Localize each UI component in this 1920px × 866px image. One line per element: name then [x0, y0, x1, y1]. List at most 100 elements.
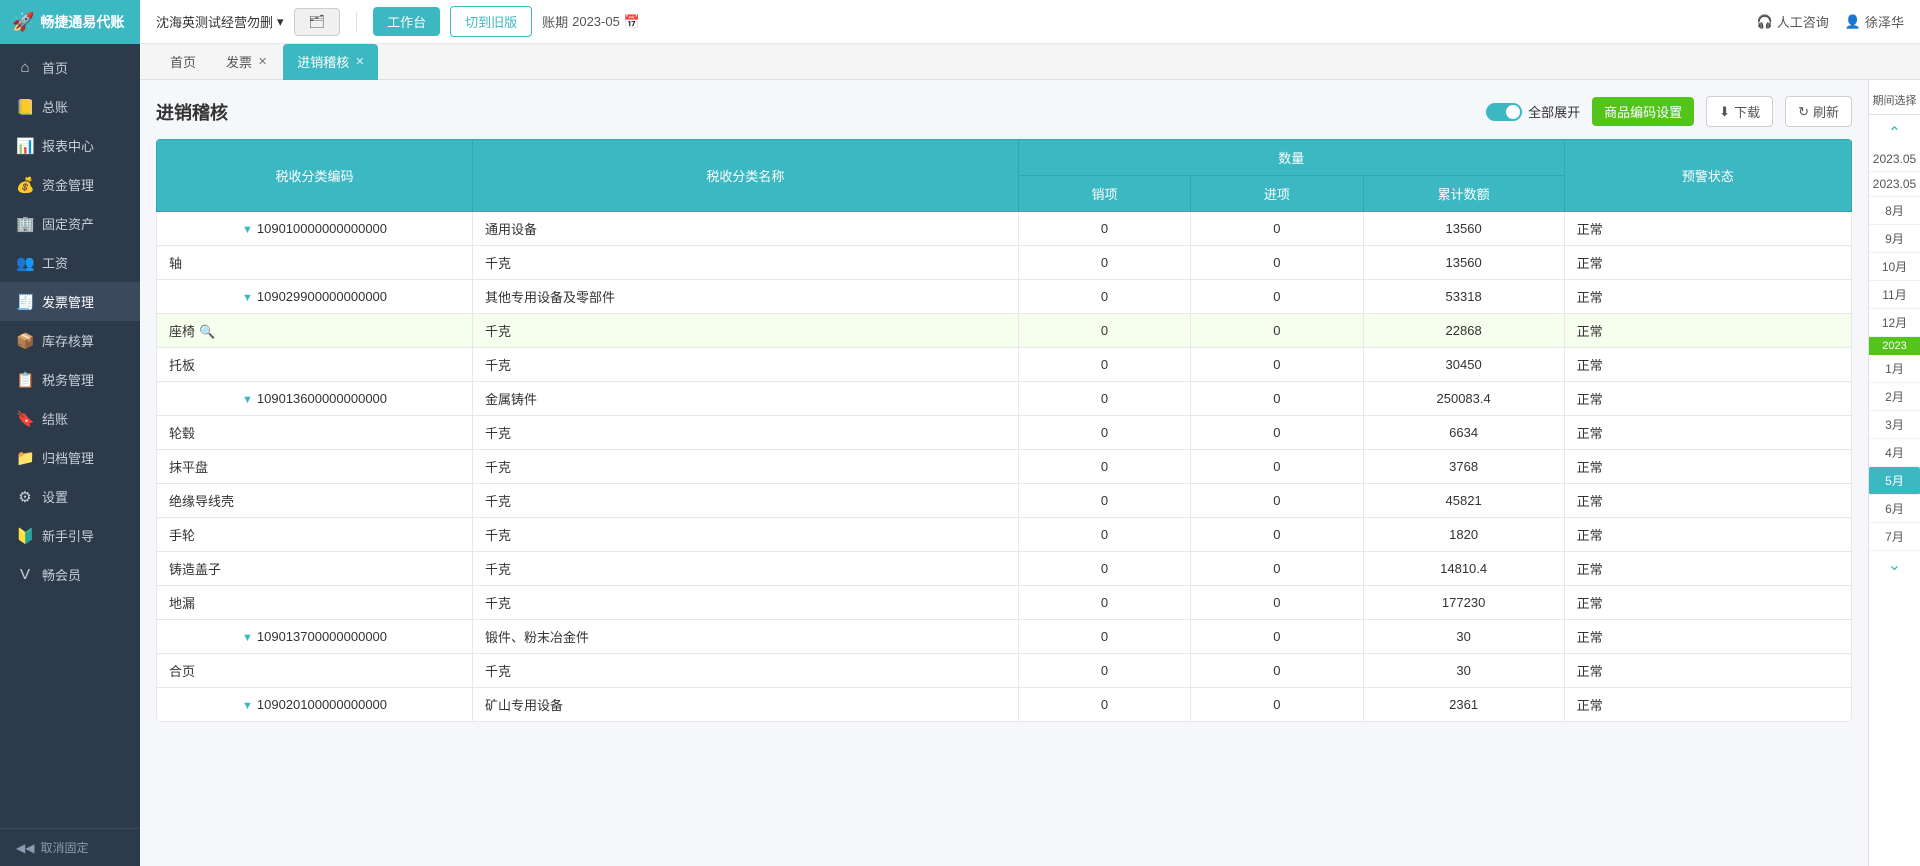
expand-icon[interactable]: ▼: [242, 224, 253, 236]
tab-home[interactable]: 首页: [156, 44, 210, 80]
sidebar-item-inventory[interactable]: 📦 库存核算: [0, 321, 140, 360]
tab-reconciliation-close[interactable]: ✕: [355, 55, 364, 68]
table-row: 托板: [157, 348, 473, 382]
table-cell-warning: 正常: [1564, 416, 1851, 450]
period-prev-arrow[interactable]: ⌃: [1869, 119, 1920, 147]
th-total: 累计数额: [1363, 176, 1564, 212]
sidebar-item-settings[interactable]: ⚙ 设置: [0, 477, 140, 516]
reconciliation-table: 税收分类编码 税收分类名称 数量 预警状态 销项 进项 累计数额 ▼109010…: [156, 139, 1852, 722]
sidebar-item-guide[interactable]: 🔰 新手引导: [0, 516, 140, 555]
headset-icon: 🎧: [1757, 14, 1773, 30]
archive-icon-btn[interactable]: 🗂: [294, 8, 341, 36]
ledger-icon: 📒: [16, 98, 34, 116]
expand-icon[interactable]: ▼: [242, 700, 253, 712]
support-button[interactable]: 🎧 人工咨询: [1757, 12, 1829, 31]
switch-version-button[interactable]: 切到旧版: [450, 6, 532, 37]
toggle-expand-all[interactable]: 全部展开: [1486, 102, 1580, 121]
table-cell-warning: 正常: [1564, 518, 1851, 552]
expand-toggle-switch[interactable]: [1486, 103, 1522, 121]
workbench-button[interactable]: 工作台: [373, 7, 440, 36]
sidebar-label-archive: 归档管理: [42, 448, 94, 467]
tab-reconciliation[interactable]: 进销稽核 ✕: [283, 44, 378, 80]
period-item[interactable]: 9月: [1869, 225, 1920, 253]
table-cell-purchase: 0: [1191, 382, 1363, 416]
table-cell-name: 金属铸件: [473, 382, 1019, 416]
sidebar-item-reports[interactable]: 📊 报表中心: [0, 126, 140, 165]
table-cell-sales: 0: [1018, 246, 1190, 280]
period-item[interactable]: 6月: [1869, 495, 1920, 523]
sidebar-item-funds[interactable]: 💰 资金管理: [0, 165, 140, 204]
period-item[interactable]: 2023.05: [1869, 147, 1920, 172]
period-item[interactable]: 12月: [1869, 309, 1920, 337]
topbar-right: 🎧 人工咨询 👤 徐泽华: [1757, 12, 1904, 31]
unpin-button[interactable]: ◀◀ 取消固定: [0, 828, 140, 866]
table-cell-purchase: 0: [1191, 484, 1363, 518]
sidebar-item-fixed-assets[interactable]: 🏢 固定资产: [0, 204, 140, 243]
period-selector[interactable]: 账期 2023-05 📅: [542, 12, 640, 31]
sidebar-label-settlement: 结账: [42, 409, 68, 428]
expand-icon[interactable]: ▼: [242, 394, 253, 406]
search-icon[interactable]: 🔍: [199, 324, 215, 339]
period-item[interactable]: 1月: [1869, 355, 1920, 383]
table-cell-unit: 千克: [473, 518, 1019, 552]
user-profile[interactable]: 👤 徐泽华: [1845, 12, 1904, 31]
expand-icon[interactable]: ▼: [242, 292, 253, 304]
sidebar-item-tax[interactable]: 📋 税务管理: [0, 360, 140, 399]
period-item[interactable]: 11月: [1869, 281, 1920, 309]
period-item[interactable]: 2月: [1869, 383, 1920, 411]
table-row: 铸造盖子: [157, 552, 473, 586]
period-year-label[interactable]: 2023: [1869, 337, 1920, 355]
table-cell-total: 30: [1363, 654, 1564, 688]
tax-icon: 📋: [16, 371, 34, 389]
table-cell-purchase: 0: [1191, 246, 1363, 280]
archive-icon: 📁: [16, 449, 34, 467]
support-label: 人工咨询: [1777, 12, 1829, 31]
table-cell-sales: 0: [1018, 620, 1190, 654]
sidebar-label-home: 首页: [42, 58, 68, 77]
period-item[interactable]: 10月: [1869, 253, 1920, 281]
table-cell-unit: 千克: [473, 416, 1019, 450]
sidebar-item-invoice[interactable]: 🧾 发票管理: [0, 282, 140, 321]
tab-invoice[interactable]: 发票 ✕: [212, 44, 281, 80]
user-icon: 👤: [1845, 14, 1861, 30]
sidebar-label-vip: 畅会员: [42, 565, 81, 584]
sidebar-item-vip[interactable]: V 畅会员: [0, 555, 140, 594]
period-item[interactable]: 4月: [1869, 439, 1920, 467]
sidebar-item-settlement[interactable]: 🔖 结账: [0, 399, 140, 438]
table-cell-warning: 正常: [1564, 348, 1851, 382]
expand-icon[interactable]: ▼: [242, 632, 253, 644]
company-selector[interactable]: 沈海英测试经营勿删 ▾: [156, 12, 284, 31]
download-button[interactable]: ⬇ 下载: [1706, 96, 1773, 127]
sidebar-item-ledger[interactable]: 📒 总账: [0, 87, 140, 126]
sidebar-item-archive[interactable]: 📁 归档管理: [0, 438, 140, 477]
sidebar-label-invoice: 发票管理: [42, 292, 94, 311]
table-cell-purchase: 0: [1191, 314, 1363, 348]
product-code-settings-button[interactable]: 商品编码设置: [1592, 97, 1694, 126]
settlement-icon: 🔖: [16, 410, 34, 428]
page-content: 进销稽核 全部展开 商品编码设置 ⬇ 下载 ↻ 刷新: [140, 80, 1868, 866]
reports-icon: 📊: [16, 137, 34, 155]
table-cell-purchase: 0: [1191, 348, 1363, 382]
page-title: 进销稽核: [156, 99, 228, 125]
period-item[interactable]: 5月: [1869, 467, 1920, 495]
period-item[interactable]: 2023.05: [1869, 172, 1920, 197]
period-item[interactable]: 8月: [1869, 197, 1920, 225]
refresh-icon: ↻: [1798, 104, 1809, 120]
period-item[interactable]: 7月: [1869, 523, 1920, 551]
payroll-icon: 👥: [16, 254, 34, 272]
period-list: 2023.052023.058月9月10月11月12月20231月2月3月4月5…: [1869, 147, 1920, 551]
table-cell-sales: 0: [1018, 314, 1190, 348]
table-cell-sales: 0: [1018, 416, 1190, 450]
period-next-arrow[interactable]: ⌄: [1869, 551, 1920, 579]
table-cell-unit: 千克: [473, 586, 1019, 620]
table-cell-sales: 0: [1018, 654, 1190, 688]
sidebar-item-home[interactable]: ⌂ 首页: [0, 48, 140, 87]
tab-invoice-close[interactable]: ✕: [258, 55, 267, 68]
period-item[interactable]: 3月: [1869, 411, 1920, 439]
sidebar-item-payroll[interactable]: 👥 工资: [0, 243, 140, 282]
table-cell-sales: 0: [1018, 518, 1190, 552]
refresh-button[interactable]: ↻ 刷新: [1785, 96, 1852, 127]
topbar-divider: [356, 12, 357, 32]
table-cell-purchase: 0: [1191, 620, 1363, 654]
table-row: ▼109013600000000000: [157, 382, 473, 416]
